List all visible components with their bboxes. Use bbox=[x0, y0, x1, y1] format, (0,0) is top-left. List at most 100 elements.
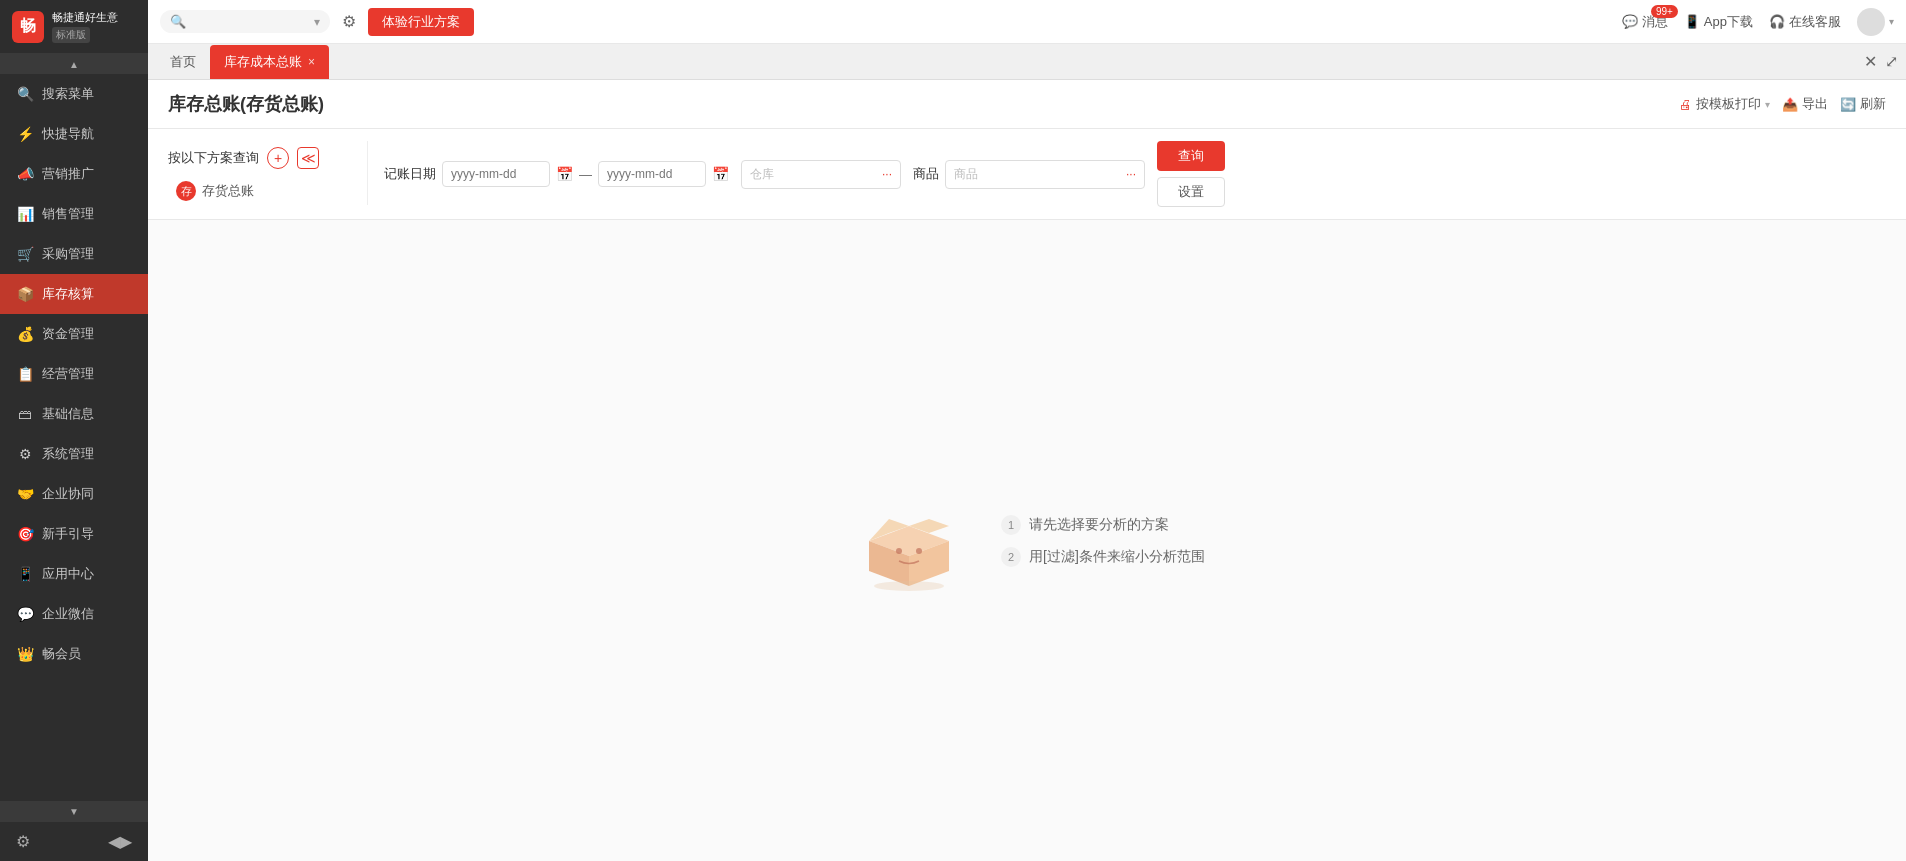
scheme-item-stock-ledger[interactable]: 存 存货总账 bbox=[168, 177, 351, 205]
sidebar-nav: 🔍 搜索菜单 ⚡ 快捷导航 📣 营销推广 📊 销售管理 🛒 采购管理 📦 库存核… bbox=[0, 74, 148, 801]
message-icon: 💬 bbox=[1622, 14, 1638, 29]
wechat-icon: 💬 bbox=[16, 605, 34, 623]
print-label: 按模板打印 bbox=[1696, 95, 1761, 113]
scheme-list: 存 存货总账 bbox=[168, 177, 351, 205]
date-separator: — bbox=[579, 167, 592, 182]
chevron-down-icon[interactable]: ▾ bbox=[314, 15, 320, 29]
sidebar-item-label: 基础信息 bbox=[42, 405, 94, 423]
print-chevron-icon: ▾ bbox=[1765, 99, 1770, 110]
member-icon: 👑 bbox=[16, 645, 34, 663]
more-icon: ··· bbox=[882, 167, 892, 181]
sidebar-item-label: 经营管理 bbox=[42, 365, 94, 383]
sidebar-item-system[interactable]: ⚙ 系统管理 bbox=[0, 434, 148, 474]
settings-bottom-icon[interactable]: ⚙ bbox=[16, 832, 30, 851]
export-btn[interactable]: 📤 导出 bbox=[1782, 95, 1828, 113]
sidebar-item-search[interactable]: 🔍 搜索菜单 bbox=[0, 74, 148, 114]
sidebar-scroll-down[interactable]: ▼ bbox=[0, 801, 148, 821]
scheme-close-btn[interactable]: ≪ bbox=[297, 147, 319, 169]
sidebar-item-finance[interactable]: 💰 资金管理 bbox=[0, 314, 148, 354]
svg-point-6 bbox=[916, 548, 922, 554]
calendar-end-icon[interactable]: 📅 bbox=[712, 166, 729, 182]
appcenter-icon: 📱 bbox=[16, 565, 34, 583]
refresh-btn[interactable]: 🔄 刷新 bbox=[1840, 95, 1886, 113]
filter-controls: 记账日期 📅 — 📅 仓库 ··· bbox=[384, 141, 1886, 207]
sidebar-item-label: 畅会员 bbox=[42, 645, 81, 663]
industry-btn[interactable]: 体验行业方案 bbox=[368, 8, 474, 36]
empty-state: 1 请先选择要分析的方案 2 用[过滤]条件来缩小分析范围 bbox=[148, 220, 1906, 861]
enterprise-icon: 🤝 bbox=[16, 485, 34, 503]
app-download-btn[interactable]: 📱 App下载 bbox=[1684, 13, 1753, 31]
goods-more-icon: ··· bbox=[1126, 167, 1136, 181]
sidebar-item-marketing[interactable]: 📣 营销推广 bbox=[0, 154, 148, 194]
sidebar-item-sales[interactable]: 📊 销售管理 bbox=[0, 194, 148, 234]
app-logo: 畅 畅捷通好生意 标准版 bbox=[0, 0, 148, 54]
tab-inventory-ledger[interactable]: 库存成本总账 × bbox=[210, 45, 329, 79]
sidebar-item-appcenter[interactable]: 📱 应用中心 bbox=[0, 554, 148, 594]
tab-close-all-icon[interactable]: ✕ bbox=[1864, 52, 1877, 71]
system-icon: ⚙ bbox=[16, 445, 34, 463]
action-btns: 查询 设置 bbox=[1157, 141, 1225, 207]
empty-hint-2: 2 用[过滤]条件来缩小分析范围 bbox=[1001, 547, 1205, 567]
chevron-down-icon: ▾ bbox=[1889, 16, 1894, 27]
scheme-add-btn[interactable]: + bbox=[267, 147, 289, 169]
sidebar-item-wechat[interactable]: 💬 企业微信 bbox=[0, 594, 148, 634]
sidebar-item-member[interactable]: 👑 畅会员 bbox=[0, 634, 148, 674]
sidebar-item-label: 资金管理 bbox=[42, 325, 94, 343]
tab-expand-icon[interactable]: ⤢ bbox=[1885, 52, 1898, 71]
app-edition: 标准版 bbox=[52, 27, 90, 43]
filter-group-warehouse: 仓库 ··· bbox=[741, 160, 901, 189]
date-label: 记账日期 bbox=[384, 165, 436, 183]
sidebar-bottom: ⚙ ◀▶ bbox=[0, 821, 148, 861]
collapse-icon[interactable]: ◀▶ bbox=[108, 832, 132, 851]
topbar-search-area[interactable]: 🔍 ▾ bbox=[160, 10, 330, 33]
warehouse-select[interactable]: 仓库 ··· bbox=[741, 160, 901, 189]
sidebar-item-shortcut[interactable]: ⚡ 快捷导航 bbox=[0, 114, 148, 154]
scheme-panel: 按以下方案查询 + ≪ 存 存货总账 bbox=[168, 141, 368, 205]
date-start-input[interactable] bbox=[442, 161, 550, 187]
messages-btn[interactable]: 💬 消息 99+ bbox=[1622, 13, 1668, 31]
service-icon: 🎧 bbox=[1769, 14, 1785, 29]
search-input[interactable] bbox=[190, 15, 310, 29]
sidebar-item-operation[interactable]: 📋 经营管理 bbox=[0, 354, 148, 394]
tab-close-icon[interactable]: × bbox=[308, 55, 315, 69]
sidebar-item-basic[interactable]: 🗃 基础信息 bbox=[0, 394, 148, 434]
filter-group-date: 记账日期 📅 — 📅 bbox=[384, 161, 729, 187]
gear-icon[interactable]: ⚙ bbox=[342, 12, 356, 31]
sidebar-item-inventory[interactable]: 📦 库存核算 bbox=[0, 274, 148, 314]
empty-illustration bbox=[849, 491, 969, 591]
sidebar-item-label: 系统管理 bbox=[42, 445, 94, 463]
query-btn[interactable]: 查询 bbox=[1157, 141, 1225, 171]
online-service-btn[interactable]: 🎧 在线客服 bbox=[1769, 13, 1841, 31]
page-header-actions: 🖨 按模板打印 ▾ 📤 导出 🔄 刷新 bbox=[1679, 95, 1886, 125]
print-template-btn[interactable]: 🖨 按模板打印 ▾ bbox=[1679, 95, 1770, 113]
user-avatar[interactable]: ▾ bbox=[1857, 8, 1894, 36]
sidebar-scroll-up[interactable]: ▲ bbox=[0, 54, 148, 74]
settings-btn[interactable]: 设置 bbox=[1157, 177, 1225, 207]
topbar-right: 💬 消息 99+ 📱 App下载 🎧 在线客服 ▾ bbox=[1622, 8, 1894, 36]
sidebar-item-purchase[interactable]: 🛒 采购管理 bbox=[0, 234, 148, 274]
filter-row-main: 记账日期 📅 — 📅 仓库 ··· bbox=[384, 141, 1886, 207]
calendar-start-icon[interactable]: 📅 bbox=[556, 166, 573, 182]
refresh-label: 刷新 bbox=[1860, 95, 1886, 113]
goods-select[interactable]: 商品 ··· bbox=[945, 160, 1145, 189]
avatar bbox=[1857, 8, 1885, 36]
download-icon: 📱 bbox=[1684, 14, 1700, 29]
warehouse-placeholder: 仓库 bbox=[750, 166, 774, 183]
scheme-icon: 存 bbox=[176, 181, 196, 201]
svg-point-5 bbox=[896, 548, 902, 554]
hint2-text: 用[过滤]条件来缩小分析范围 bbox=[1029, 548, 1205, 566]
sidebar-item-newbie[interactable]: 🎯 新手引导 bbox=[0, 514, 148, 554]
finance-icon: 💰 bbox=[16, 325, 34, 343]
sidebar-item-label: 搜索菜单 bbox=[42, 85, 94, 103]
date-end-input[interactable] bbox=[598, 161, 706, 187]
sidebar-item-enterprise[interactable]: 🤝 企业协同 bbox=[0, 474, 148, 514]
export-icon: 📤 bbox=[1782, 97, 1798, 112]
sales-icon: 📊 bbox=[16, 205, 34, 223]
topbar: 🔍 ▾ ⚙ 体验行业方案 💬 消息 99+ 📱 App下载 🎧 在线客服 ▾ bbox=[148, 0, 1906, 44]
tab-home[interactable]: 首页 bbox=[156, 45, 210, 79]
inventory-icon: 📦 bbox=[16, 285, 34, 303]
sidebar-item-label: 快捷导航 bbox=[42, 125, 94, 143]
print-icon: 🖨 bbox=[1679, 97, 1692, 112]
tab-home-label: 首页 bbox=[170, 53, 196, 71]
sidebar-item-label: 库存核算 bbox=[42, 285, 94, 303]
